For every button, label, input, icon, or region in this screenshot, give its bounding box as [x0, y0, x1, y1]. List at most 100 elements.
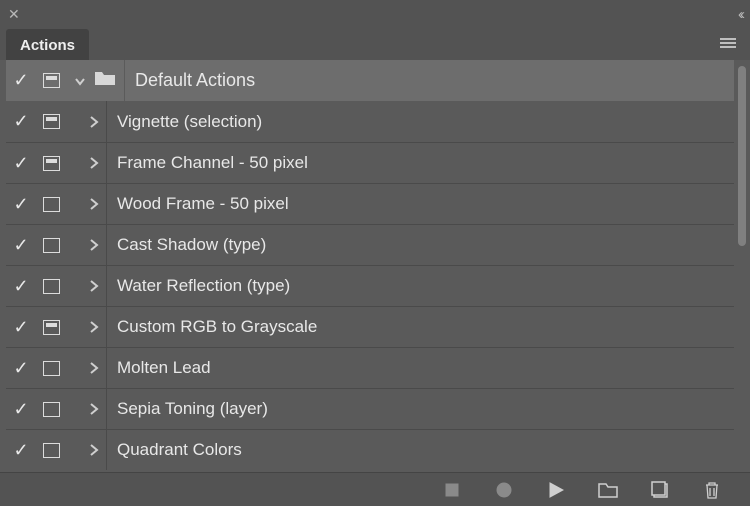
check-icon: ✓ — [13, 317, 28, 338]
close-icon[interactable]: ✕ — [8, 6, 20, 23]
toggle-checkbox[interactable]: ✓ — [6, 194, 36, 215]
expand-toggle[interactable] — [66, 320, 106, 334]
check-icon: ✓ — [13, 276, 28, 297]
play-icon — [548, 482, 564, 498]
action-row[interactable]: ✓ Quadrant Colors — [6, 429, 734, 470]
toggle-dialog[interactable] — [36, 320, 66, 335]
toggle-checkbox[interactable]: ✓ — [6, 70, 36, 91]
dialog-icon — [43, 402, 60, 417]
dialog-icon — [43, 114, 60, 129]
play-button[interactable] — [546, 480, 566, 500]
toggle-checkbox[interactable]: ✓ — [6, 235, 36, 256]
toggle-checkbox[interactable]: ✓ — [6, 317, 36, 338]
action-row[interactable]: ✓ Vignette (selection) — [6, 101, 734, 142]
dialog-icon — [43, 279, 60, 294]
toggle-checkbox[interactable]: ✓ — [6, 153, 36, 174]
action-label: Water Reflection (type) — [106, 266, 734, 306]
titlebar: ✕ ‹‹ — [0, 0, 750, 28]
dialog-icon — [43, 320, 60, 335]
toggle-checkbox[interactable]: ✓ — [6, 399, 36, 420]
actions-list: ✓ Default Actions ✓ — [0, 60, 734, 472]
new-set-button[interactable] — [598, 480, 618, 500]
stop-button[interactable] — [442, 480, 462, 500]
new-action-icon — [651, 481, 669, 499]
chevron-right-icon — [88, 115, 100, 129]
action-row[interactable]: ✓ Sepia Toning (layer) — [6, 388, 734, 429]
check-icon: ✓ — [13, 440, 28, 461]
action-row[interactable]: ✓ Cast Shadow (type) — [6, 224, 734, 265]
action-row[interactable]: ✓ Molten Lead — [6, 347, 734, 388]
dialog-icon — [43, 443, 60, 458]
chevron-right-icon — [88, 279, 100, 293]
expand-toggle[interactable] — [66, 74, 94, 88]
toggle-checkbox[interactable]: ✓ — [6, 276, 36, 297]
check-icon: ✓ — [13, 153, 28, 174]
panel-footer — [0, 472, 750, 506]
record-icon — [496, 482, 512, 498]
record-button[interactable] — [494, 480, 514, 500]
action-row[interactable]: ✓ Water Reflection (type) — [6, 265, 734, 306]
chevron-right-icon — [88, 320, 100, 334]
trash-icon — [704, 481, 720, 499]
chevron-right-icon — [88, 361, 100, 375]
dialog-icon — [43, 197, 60, 212]
toggle-dialog[interactable] — [36, 114, 66, 129]
folder-icon — [94, 70, 116, 91]
chevron-right-icon — [88, 443, 100, 457]
toggle-dialog[interactable] — [36, 361, 66, 376]
action-label: Sepia Toning (layer) — [106, 389, 734, 429]
check-icon: ✓ — [13, 235, 28, 256]
expand-toggle[interactable] — [66, 156, 106, 170]
action-row[interactable]: ✓ Wood Frame - 50 pixel — [6, 183, 734, 224]
action-label: Quadrant Colors — [106, 430, 734, 470]
action-label: Cast Shadow (type) — [106, 225, 734, 265]
action-row[interactable]: ✓ Frame Channel - 50 pixel — [6, 142, 734, 183]
toggle-dialog[interactable] — [36, 73, 66, 88]
actions-panel: ✓ Default Actions ✓ — [0, 60, 750, 472]
action-label: Wood Frame - 50 pixel — [106, 184, 734, 224]
toggle-dialog[interactable] — [36, 238, 66, 253]
expand-toggle[interactable] — [66, 115, 106, 129]
toggle-dialog[interactable] — [36, 443, 66, 458]
toggle-checkbox[interactable]: ✓ — [6, 111, 36, 132]
chevron-right-icon — [88, 402, 100, 416]
action-label: Vignette (selection) — [106, 101, 734, 142]
chevron-right-icon — [88, 156, 100, 170]
expand-toggle[interactable] — [66, 402, 106, 416]
tab-actions[interactable]: Actions — [6, 29, 89, 60]
new-action-button[interactable] — [650, 480, 670, 500]
dialog-icon — [43, 156, 60, 171]
folder-icon — [598, 482, 618, 498]
check-icon: ✓ — [13, 111, 28, 132]
panel-menu-button[interactable] — [718, 36, 738, 55]
check-icon: ✓ — [13, 399, 28, 420]
delete-button[interactable] — [702, 480, 722, 500]
action-row[interactable]: ✓ Custom RGB to Grayscale — [6, 306, 734, 347]
check-icon: ✓ — [13, 358, 28, 379]
chevron-down-icon — [73, 74, 87, 88]
tab-bar: Actions — [0, 28, 750, 60]
action-label: Frame Channel - 50 pixel — [106, 143, 734, 183]
toggle-dialog[interactable] — [36, 279, 66, 294]
scrollbar[interactable] — [734, 60, 750, 472]
collapse-icon[interactable]: ‹‹ — [738, 6, 742, 23]
expand-toggle[interactable] — [66, 361, 106, 375]
toggle-checkbox[interactable]: ✓ — [6, 440, 36, 461]
action-set-row[interactable]: ✓ Default Actions — [6, 60, 734, 101]
check-icon: ✓ — [13, 194, 28, 215]
toggle-dialog[interactable] — [36, 156, 66, 171]
dialog-icon — [43, 238, 60, 253]
action-label: Molten Lead — [106, 348, 734, 388]
chevron-right-icon — [88, 238, 100, 252]
scroll-thumb[interactable] — [738, 66, 746, 246]
expand-toggle[interactable] — [66, 443, 106, 457]
toggle-checkbox[interactable]: ✓ — [6, 358, 36, 379]
expand-toggle[interactable] — [66, 279, 106, 293]
expand-toggle[interactable] — [66, 197, 106, 211]
toggle-dialog[interactable] — [36, 402, 66, 417]
menu-icon — [718, 36, 738, 50]
action-label: Custom RGB to Grayscale — [106, 307, 734, 347]
toggle-dialog[interactable] — [36, 197, 66, 212]
expand-toggle[interactable] — [66, 238, 106, 252]
check-icon: ✓ — [13, 70, 28, 91]
